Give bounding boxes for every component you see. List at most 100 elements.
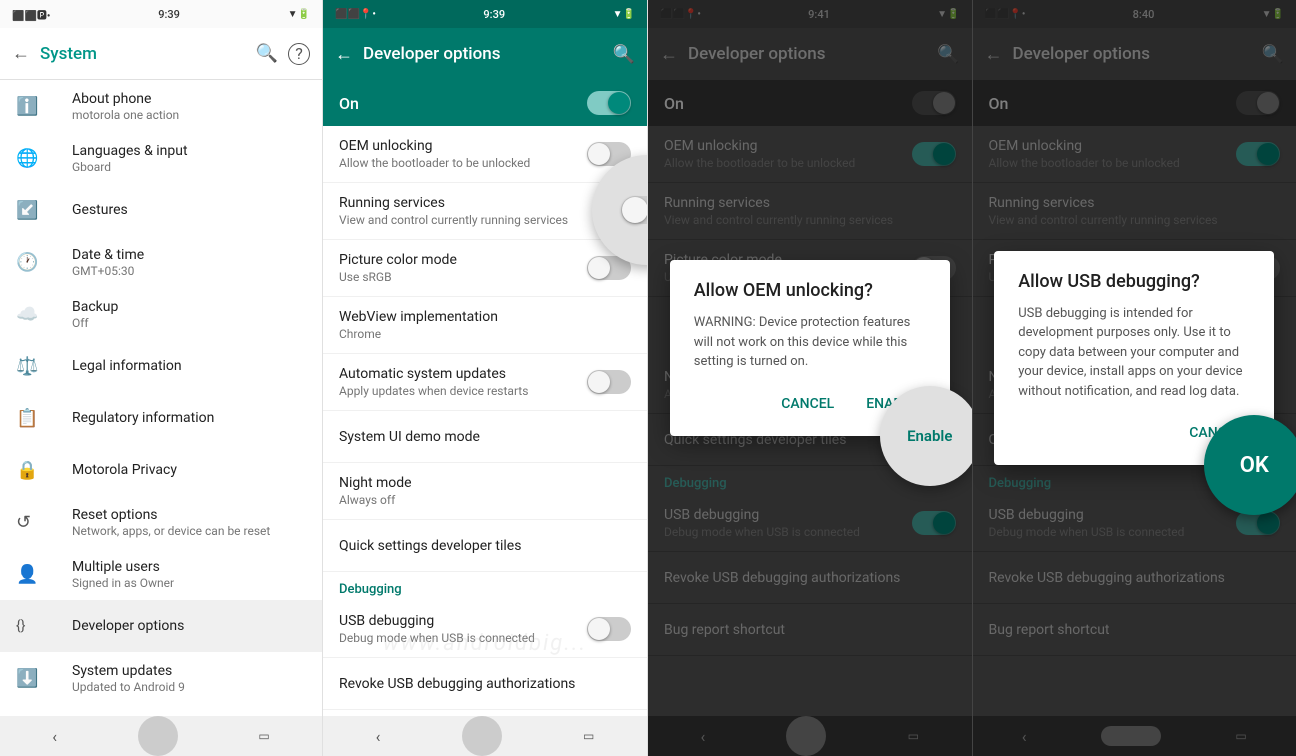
sidebar-item-backup[interactable]: ☁️ Backup Off	[0, 288, 322, 340]
middle-panel: ⬛⬛📍• 9:39 ▼🔋 ← Developer options 🔍 On OE…	[323, 0, 648, 756]
sidebar-item-reset[interactable]: ↺ Reset options Network, apps, or device…	[0, 496, 322, 548]
backup-icon: ☁️	[16, 304, 44, 325]
updates-subtitle: Updated to Android 9	[72, 680, 185, 694]
ok-big-circle[interactable]: OK	[1204, 415, 1296, 515]
sidebar-item-legal[interactable]: ⚖️ Legal information	[0, 340, 322, 392]
status-time-left: 9:39	[158, 8, 180, 21]
oem-dialog-body: WARNING: Device protection features will…	[694, 313, 926, 372]
toolbar-middle: ← Developer options 🔍	[323, 28, 647, 80]
nav-recents-left[interactable]: ▭	[234, 721, 293, 751]
clock-icon: 🕐	[16, 252, 44, 273]
usb-dialog-title: Allow USB debugging?	[1018, 271, 1250, 292]
updates-icon: ⬇️	[16, 668, 44, 689]
oem-big-toggle-circle[interactable]	[592, 155, 648, 265]
system-title: System	[40, 44, 246, 64]
back-icon-left[interactable]: ←	[12, 43, 30, 64]
oem-cancel-button[interactable]: Cancel	[773, 392, 842, 416]
nav-bar-left: ‹ ▭	[0, 716, 322, 756]
users-title: Multiple users	[72, 559, 174, 575]
reset-subtitle: Network, apps, or device can be reset	[72, 524, 270, 538]
usb-dialog-body: USB debugging is intended for developmen…	[1018, 304, 1250, 402]
autoupdate-subtitle-middle: Apply updates when device restarts	[339, 384, 528, 398]
datetime-subtitle: GMT+05:30	[72, 264, 144, 278]
sidebar-item-privacy[interactable]: 🔒 Motorola Privacy	[0, 444, 322, 496]
setting-uidemo-middle[interactable]: System UI demo mode	[323, 411, 647, 463]
on-toggle-bar-middle[interactable]: On	[323, 80, 647, 126]
privacy-icon: 🔒	[16, 460, 44, 481]
usb-dialog: Allow USB debugging? USB debugging is in…	[994, 251, 1274, 466]
regulatory-title: Regulatory information	[72, 410, 214, 426]
running-subtitle-middle: View and control currently running servi…	[339, 213, 568, 227]
sidebar-item-updates[interactable]: ⬇️ System updates Updated to Android 9	[0, 652, 322, 704]
sidebar-item-datetime[interactable]: 🕐 Date & time GMT+05:30	[0, 236, 322, 288]
usbdebug-subtitle-middle: Debug mode when USB is connected	[339, 631, 535, 645]
debugging-header-middle: Debugging	[323, 572, 647, 601]
nav-recents-middle[interactable]: ▭	[559, 721, 618, 751]
users-subtitle: Signed in as Owner	[72, 576, 174, 590]
right-panel-1: ⬛⬛📍• 9:41 ▼🔋 ← Developer options 🔍 On OE…	[648, 0, 973, 756]
status-right-icons-middle: ▼🔋	[613, 9, 635, 20]
autoupdate-toggle-middle[interactable]	[587, 370, 631, 394]
sidebar-item-users[interactable]: 👤 Multiple users Signed in as Owner	[0, 548, 322, 600]
oem-subtitle-middle: Allow the bootloader to be unlocked	[339, 156, 530, 170]
qstiles-title-middle: Quick settings developer tiles	[339, 538, 521, 554]
setting-usbdebug-middle[interactable]: USB debugging Debug mode when USB is con…	[323, 601, 647, 658]
nav-back-left[interactable]: ‹	[28, 719, 81, 754]
status-right-icons-left: ▼🔋	[288, 9, 310, 20]
enable-circle-container: Enable	[880, 386, 973, 486]
running-title-middle: Running services	[339, 195, 568, 211]
help-icon-left[interactable]: ?	[288, 43, 310, 65]
reset-icon: ↺	[16, 512, 44, 533]
oem-title-middle: OEM unlocking	[339, 138, 530, 154]
enable-circle-label: Enable	[907, 427, 952, 445]
setting-nightmode-middle[interactable]: Night mode Always off	[323, 463, 647, 520]
language-subtitle: Gboard	[72, 160, 188, 174]
left-panel: ⬛⬛🅿• 9:39 ▼🔋 ← System 🔍 ? ℹ️ About phone…	[0, 0, 323, 756]
backup-title: Backup	[72, 299, 118, 315]
nav-home-left[interactable]	[138, 716, 178, 756]
webview-title-middle: WebView implementation	[339, 309, 498, 325]
users-icon: 👤	[16, 564, 44, 585]
setting-qstiles-middle[interactable]: Quick settings developer tiles	[323, 520, 647, 572]
oem-big-toggle-container	[592, 155, 648, 265]
oem-big-toggle-switch	[621, 196, 648, 224]
search-icon-left[interactable]: 🔍	[256, 43, 278, 64]
gesture-title: Gestures	[72, 202, 128, 218]
setting-autoupdate-middle[interactable]: Automatic system updates Apply updates w…	[323, 354, 647, 411]
language-icon: 🌐	[16, 148, 44, 169]
sidebar-item-gestures[interactable]: ↙️ Gestures	[0, 184, 322, 236]
ok-circle-container: OK	[1204, 415, 1296, 515]
privacy-title: Motorola Privacy	[72, 462, 177, 478]
developer-title: Developer options	[72, 618, 184, 634]
sidebar-scroll: ℹ️ About phone motorola one action 🌐 Lan…	[0, 80, 322, 716]
info-icon: ℹ️	[16, 96, 44, 117]
usbdebug-title-middle: USB debugging	[339, 613, 535, 629]
setting-revoke-middle[interactable]: Revoke USB debugging authorizations	[323, 658, 647, 710]
picture-subtitle-middle: Use sRGB	[339, 270, 457, 284]
status-time-middle: 9:39	[483, 8, 505, 21]
sidebar-item-language[interactable]: 🌐 Languages & input Gboard	[0, 132, 322, 184]
autoupdate-title-middle: Automatic system updates	[339, 366, 528, 382]
search-icon-middle[interactable]: 🔍	[613, 44, 635, 65]
about-subtitle: motorola one action	[72, 108, 179, 122]
status-left-icons: ⬛⬛🅿•	[12, 7, 50, 22]
about-title: About phone	[72, 91, 179, 107]
datetime-title: Date & time	[72, 247, 144, 263]
sidebar-item-developer[interactable]: {} Developer options	[0, 600, 322, 652]
sidebar-item-about[interactable]: ℹ️ About phone motorola one action	[0, 80, 322, 132]
nav-back-middle[interactable]: ‹	[352, 719, 405, 754]
sidebar-item-regulatory[interactable]: 📋 Regulatory information	[0, 392, 322, 444]
setting-webview-middle[interactable]: WebView implementation Chrome	[323, 297, 647, 354]
status-bar-middle: ⬛⬛📍• 9:39 ▼🔋	[323, 0, 647, 28]
reset-title: Reset options	[72, 507, 270, 523]
usbdebug-toggle-middle[interactable]	[587, 617, 631, 641]
nav-home-middle[interactable]	[462, 716, 502, 756]
regulatory-icon: 📋	[16, 408, 44, 429]
ok-circle-label: OK	[1240, 453, 1269, 478]
on-toggle-middle[interactable]	[587, 91, 631, 115]
oem-dialog-overlay: Allow OEM unlocking? WARNING: Device pro…	[648, 0, 972, 756]
back-icon-middle[interactable]: ←	[335, 44, 353, 65]
picture-title-middle: Picture color mode	[339, 252, 457, 268]
nightmode-title-middle: Night mode	[339, 475, 412, 491]
enable-big-circle[interactable]: Enable	[880, 386, 973, 486]
